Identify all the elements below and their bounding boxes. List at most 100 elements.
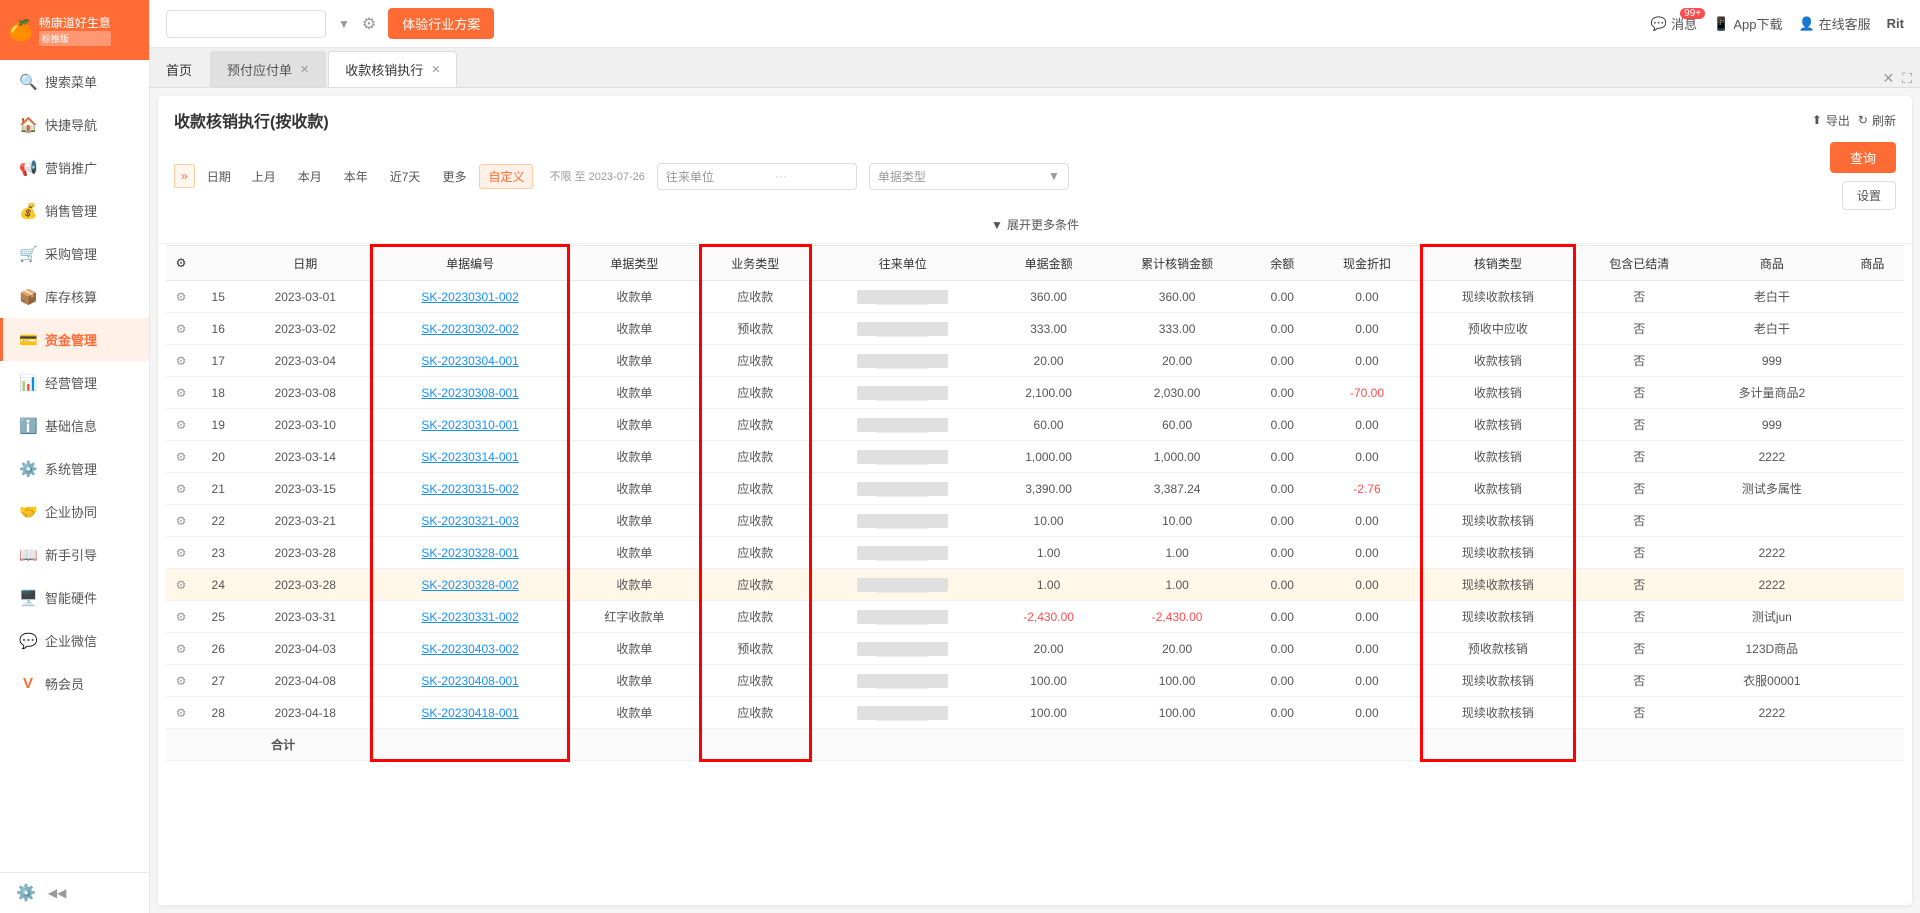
col-bill-no-cell[interactable]: SK-20230328-002 xyxy=(372,569,569,601)
col-bill-type-cell: 收款单 xyxy=(569,633,700,665)
bill-type-filter[interactable]: 单据类型 ▼ xyxy=(869,163,1069,190)
col-gear-cell[interactable]: ⚙ xyxy=(166,281,196,313)
tab-expand-icon[interactable]: ⛶ xyxy=(1902,70,1912,87)
tab-home[interactable]: 首页 xyxy=(150,52,208,87)
col-bill-type-cell: 收款单 xyxy=(569,569,700,601)
app-download-button[interactable]: 📱 App下载 xyxy=(1713,14,1782,33)
col-cumulative-cell: 1.00 xyxy=(1104,537,1251,569)
col-bill-no-cell[interactable]: SK-20230302-002 xyxy=(372,313,569,345)
tab-collection-close[interactable]: ✕ xyxy=(431,63,440,76)
sidebar-item-corp[interactable]: 🤝 企业协同 xyxy=(0,490,149,533)
col-bill-no-cell[interactable]: SK-20230310-001 xyxy=(372,409,569,441)
date-btn-this-month[interactable]: 本月 xyxy=(289,164,331,189)
col-gear-cell[interactable]: ⚙ xyxy=(166,441,196,473)
sidebar-item-member[interactable]: V 畅会员 xyxy=(0,662,149,705)
tab-prepay-close[interactable]: ✕ xyxy=(300,63,309,76)
col-bill-no-cell[interactable]: SK-20230403-002 xyxy=(372,633,569,665)
date-btn-7days[interactable]: 近7天 xyxy=(381,164,430,189)
settings-button[interactable]: 设置 xyxy=(1842,181,1896,210)
col-balance-header[interactable]: 余额 xyxy=(1251,246,1314,281)
col-bill-no-cell[interactable]: SK-20230408-001 xyxy=(372,665,569,697)
col-include-settled-header[interactable]: 包含已结清 xyxy=(1574,246,1703,281)
col-bill-no-cell[interactable]: SK-20230328-001 xyxy=(372,537,569,569)
partner-filter[interactable]: 往来单位 ··· xyxy=(657,163,857,190)
col-partner-header[interactable]: 往来单位 xyxy=(810,246,993,281)
industry-solution-button[interactable]: 体验行业方案 xyxy=(388,8,494,39)
topbar-search-box xyxy=(166,10,326,38)
col-gear-cell[interactable]: ⚙ xyxy=(166,345,196,377)
topbar-gear-icon[interactable]: ⚙ xyxy=(362,14,376,34)
col-bill-amount-cell: 100.00 xyxy=(994,665,1104,697)
tab-prepay[interactable]: 预付应付单 ✕ xyxy=(210,51,326,87)
col-bill-no-cell[interactable]: SK-20230418-001 xyxy=(372,697,569,729)
query-button[interactable]: 查询 xyxy=(1830,142,1896,173)
user-profile[interactable]: Rit xyxy=(1887,16,1904,31)
col-bill-no-cell[interactable]: SK-20230315-002 xyxy=(372,473,569,505)
col-bill-no-cell[interactable]: SK-20230321-003 xyxy=(372,505,569,537)
col-gear-cell[interactable]: ⚙ xyxy=(166,313,196,345)
export-button[interactable]: ⬆ 导出 xyxy=(1812,112,1850,129)
sidebar-item-sales[interactable]: 💰 销售管理 xyxy=(0,189,149,232)
col-gear-header[interactable]: ⚙ xyxy=(166,246,196,281)
col-gear-cell[interactable]: ⚙ xyxy=(166,537,196,569)
col-bill-no-header[interactable]: 单据编号 xyxy=(372,246,569,281)
sidebar-item-guide[interactable]: 📖 新手引导 xyxy=(0,533,149,576)
filter-expand-button[interactable]: » xyxy=(174,164,195,188)
sidebar-item-marketing[interactable]: 📢 营销推广 xyxy=(0,146,149,189)
date-btn-custom[interactable]: 自定义 xyxy=(479,164,533,189)
col-gear-cell[interactable]: ⚙ xyxy=(166,633,196,665)
col-bill-no-cell[interactable]: SK-20230301-002 xyxy=(372,281,569,313)
col-cash-discount-header[interactable]: 现金折扣 xyxy=(1314,246,1422,281)
topbar-dropdown-arrow[interactable]: ▼ xyxy=(338,17,350,31)
col-bill-no-cell[interactable]: SK-20230314-001 xyxy=(372,441,569,473)
col-partner-cell: ██████ xyxy=(810,345,993,377)
sidebar-item-label: 搜索菜单 xyxy=(45,72,97,91)
sidebar-item-stock[interactable]: 📦 库存核算 xyxy=(0,275,149,318)
col-gear-cell[interactable]: ⚙ xyxy=(166,569,196,601)
sidebar-item-shortcut[interactable]: 🏠 快捷导航 xyxy=(0,103,149,146)
col-gear-cell[interactable]: ⚙ xyxy=(166,665,196,697)
refresh-button[interactable]: ↻ 刷新 xyxy=(1858,112,1896,129)
col-cumulative-header[interactable]: 累计核销金额 xyxy=(1104,246,1251,281)
col-product2-header[interactable]: 商品 xyxy=(1841,246,1904,281)
col-gear-cell[interactable]: ⚙ xyxy=(166,473,196,505)
footer-collapse-icon[interactable]: ◀◀ xyxy=(48,886,66,900)
col-gear-cell[interactable]: ⚙ xyxy=(166,409,196,441)
sidebar-item-hardware[interactable]: 🖥️ 智能硬件 xyxy=(0,576,149,619)
col-product-cell: 2222 xyxy=(1703,441,1841,473)
col-bill-no-cell[interactable]: SK-20230304-001 xyxy=(372,345,569,377)
sidebar-item-finance[interactable]: 💳 资金管理 xyxy=(0,318,149,361)
col-bill-no-cell[interactable]: SK-20230331-002 xyxy=(372,601,569,633)
message-button[interactable]: 💬 消息 99+ xyxy=(1651,14,1697,33)
col-no-cell: 27 xyxy=(196,665,240,697)
sidebar-item-operations[interactable]: 📊 经营管理 xyxy=(0,361,149,404)
tab-close-window-icon[interactable]: ✕ xyxy=(1882,70,1894,87)
date-btn-prev-month[interactable]: 上月 xyxy=(243,164,285,189)
date-btn-more[interactable]: 更多 xyxy=(433,164,475,189)
sidebar-item-base[interactable]: ℹ️ 基础信息 xyxy=(0,404,149,447)
col-gear-cell[interactable]: ⚙ xyxy=(166,377,196,409)
col-gear-cell[interactable]: ⚙ xyxy=(166,505,196,537)
topbar-search-input[interactable] xyxy=(175,13,295,35)
sidebar-item-system[interactable]: ⚙️ 系统管理 xyxy=(0,447,149,490)
date-btn-this-year[interactable]: 本年 xyxy=(335,164,377,189)
col-product-header[interactable]: 商品 xyxy=(1703,246,1841,281)
footer-settings-icon[interactable]: ⚙️ xyxy=(16,883,36,903)
col-biz-type-cell: 应收款 xyxy=(700,281,810,313)
sidebar-item-wechat[interactable]: 💬 企业微信 xyxy=(0,619,149,662)
col-bill-no-cell[interactable]: SK-20230308-001 xyxy=(372,377,569,409)
col-bill-type-header[interactable]: 单据类型 xyxy=(569,246,700,281)
col-date-header[interactable]: 日期 xyxy=(240,246,371,281)
sidebar-item-search[interactable]: 🔍 搜索菜单 xyxy=(0,60,149,103)
col-biz-type-header[interactable]: 业务类型 xyxy=(700,246,810,281)
online-service-button[interactable]: 👤 在线客服 xyxy=(1798,14,1870,33)
sidebar-item-label: 销售管理 xyxy=(45,201,97,220)
col-bill-amount-cell: 60.00 xyxy=(994,409,1104,441)
tab-collection[interactable]: 收款核销执行 ✕ xyxy=(328,51,457,87)
col-bill-amount-header[interactable]: 单据金额 xyxy=(994,246,1104,281)
expand-more-btn[interactable]: ▼ 展开更多条件 xyxy=(991,216,1079,233)
col-gear-cell[interactable]: ⚙ xyxy=(166,697,196,729)
col-gear-cell[interactable]: ⚙ xyxy=(166,601,196,633)
col-cancel-type-header[interactable]: 核销类型 xyxy=(1422,246,1574,281)
sidebar-item-purchase[interactable]: 🛒 采购管理 xyxy=(0,232,149,275)
